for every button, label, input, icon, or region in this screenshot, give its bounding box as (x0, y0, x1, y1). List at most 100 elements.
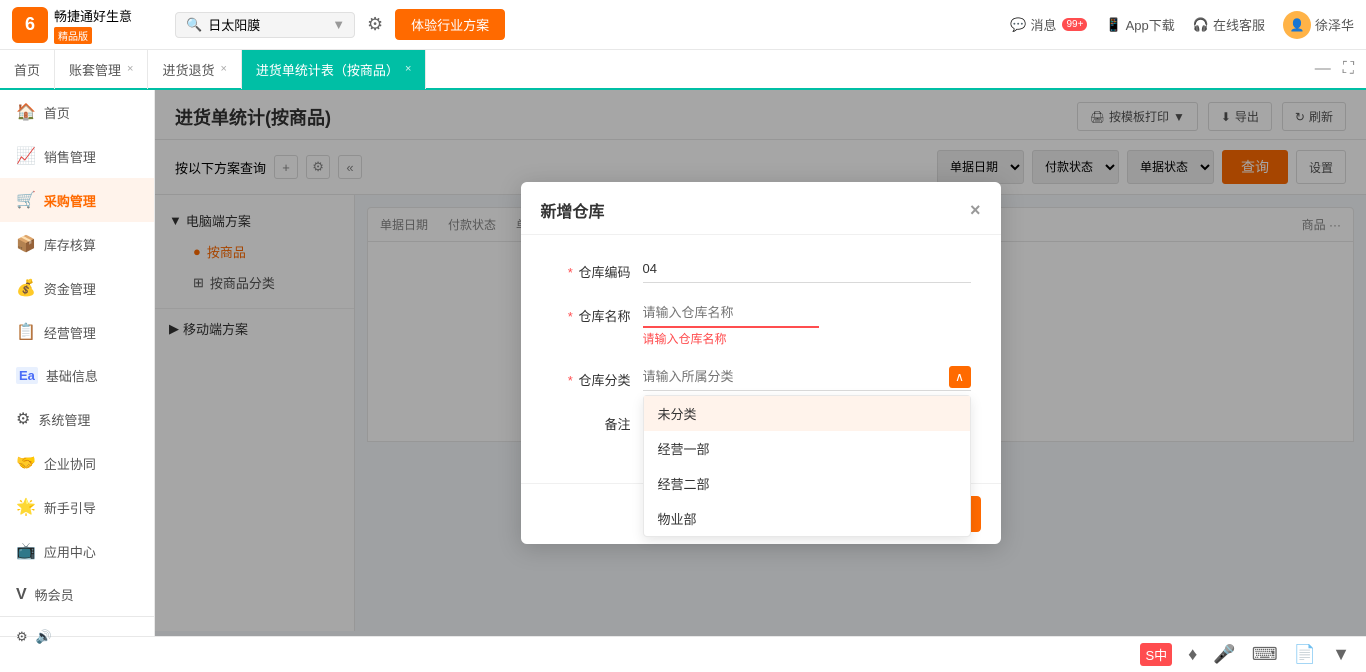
form-row-name-inner: * 仓库名称 (551, 299, 971, 328)
message-label: 消息 (1030, 15, 1056, 34)
tab-account-label: 账套管理 (69, 60, 121, 79)
gear-icon[interactable]: ⚙ (367, 14, 383, 35)
mobile-icon: 📱 (1105, 17, 1121, 33)
dropdown-option-dept1[interactable]: 经营一部 (644, 431, 970, 466)
dropdown-option-dept2[interactable]: 经营二部 (644, 466, 970, 501)
user-profile[interactable]: 👤 徐泽华 (1283, 11, 1354, 39)
sidebar-label-sales: 销售管理 (44, 147, 96, 166)
modal-title: 新增仓库 (541, 198, 605, 222)
chevron-down-icon: ▼ (332, 17, 345, 32)
sidebar-label-finance: 资金管理 (44, 279, 96, 298)
sidebar-label-home: 首页 (44, 103, 70, 122)
sidebar-label-guide: 新手引导 (44, 498, 96, 517)
tab-account[interactable]: 账套管理 × (55, 49, 148, 89)
inventory-icon: 📦 (16, 234, 36, 254)
dropdown-toggle-button[interactable]: ∧ (949, 366, 971, 388)
main-layout: 🏠 首页 📈 销售管理 🛒 采购管理 📦 库存核算 💰 资金管理 📋 经营管理 … (0, 90, 1366, 636)
sidebar-item-home[interactable]: 🏠 首页 (0, 90, 154, 134)
new-warehouse-modal: 新增仓库 × * 仓库编码 (521, 182, 1001, 544)
status-doc-icon[interactable]: 📄 (1294, 644, 1316, 665)
tab-purchase-stat-label: 进货单统计表（按商品） (256, 60, 399, 79)
tab-purchase-return-close[interactable]: × (220, 63, 226, 75)
sidebar-label-app-center: 应用中心 (44, 542, 96, 561)
modal-close-button[interactable]: × (970, 200, 981, 221)
sidebar: 🏠 首页 📈 销售管理 🛒 采购管理 📦 库存核算 💰 资金管理 📋 经营管理 … (0, 90, 155, 636)
header-search-box[interactable]: 🔍 ▼ (175, 12, 355, 38)
category-input[interactable] (643, 363, 971, 391)
dropdown-list: 未分类 经营一部 经营二部 物业部 (643, 395, 971, 537)
status-arrow-icon[interactable]: ▼ (1332, 644, 1350, 665)
tab-minimize-icon[interactable]: — (1311, 56, 1335, 82)
category-label: * 仓库分类 (551, 363, 631, 389)
category-dropdown[interactable]: ∧ 未分类 经营一部 经营二部 物业部 (643, 363, 971, 391)
sidebar-item-system[interactable]: ⚙ 系统管理 (0, 397, 154, 441)
username-label: 徐泽华 (1315, 15, 1354, 34)
sidebar-item-operations[interactable]: 📋 经营管理 (0, 310, 154, 354)
remark-label-text: 备注 (604, 417, 630, 432)
name-label: * 仓库名称 (551, 299, 631, 325)
status-keyboard-icon[interactable]: ⌨ (1252, 644, 1278, 665)
logo-badge: 精品版 (54, 27, 92, 44)
app-center-icon: 📺 (16, 541, 36, 561)
dropdown-option-property[interactable]: 物业部 (644, 501, 970, 536)
sidebar-settings-btn[interactable]: ⚙ 🔊 (0, 617, 154, 657)
tab-expand-icon[interactable]: ⛶ (1339, 56, 1358, 82)
search-icon: 🔍 (186, 17, 202, 33)
tab-purchase-return[interactable]: 进货退货 × (148, 49, 241, 89)
sales-icon: 📈 (16, 146, 36, 166)
top-header: 6 畅捷通好生意 精品版 🔍 ▼ ⚙ 体验行业方案 💬 消息 99+ 📱 App… (0, 0, 1366, 50)
online-service-item[interactable]: 🎧 在线客服 (1193, 15, 1265, 34)
sidebar-label-enterprise: 企业协同 (44, 454, 96, 473)
app-download-item[interactable]: 📱 App下载 (1105, 15, 1174, 34)
tab-purchase-return-label: 进货退货 (162, 60, 214, 79)
sidebar-item-enterprise[interactable]: 🤝 企业协同 (0, 441, 154, 485)
sidebar-item-sales[interactable]: 📈 销售管理 (0, 134, 154, 178)
form-row-code: * 仓库编码 (551, 255, 971, 283)
trial-button[interactable]: 体验行业方案 (395, 9, 505, 40)
tab-account-close[interactable]: × (127, 63, 133, 75)
message-badge: 99+ (1062, 18, 1087, 31)
logo-icon: 6 (12, 7, 48, 43)
remark-label: 备注 (551, 407, 631, 433)
message-icon: 💬 (1010, 17, 1026, 33)
name-label-text: 仓库名称 (578, 309, 630, 324)
tab-purchase-stat[interactable]: 进货单统计表（按商品） × (242, 49, 426, 89)
dropdown-option-uncategorized[interactable]: 未分类 (644, 396, 970, 431)
sidebar-item-finance[interactable]: 💰 资金管理 (0, 266, 154, 310)
code-input[interactable] (643, 255, 971, 283)
code-label: * 仓库编码 (551, 255, 631, 281)
sidebar-item-basic-info[interactable]: Ea 基础信息 (0, 354, 154, 397)
tab-controls: — ⛶ (1311, 56, 1366, 82)
sidebar-label-inventory: 库存核算 (44, 235, 96, 254)
home-icon: 🏠 (16, 102, 36, 122)
sidebar-item-membership[interactable]: V 畅会员 (0, 573, 154, 616)
avatar: 👤 (1283, 11, 1311, 39)
status-mic-icon[interactable]: 🎤 (1213, 644, 1235, 665)
headset-icon: 🎧 (1193, 17, 1209, 33)
status-s-icon[interactable]: S中 (1140, 643, 1172, 666)
name-required-star: * (568, 309, 573, 324)
sidebar-item-purchase[interactable]: 🛒 采购管理 (0, 178, 154, 222)
tab-purchase-stat-close[interactable]: × (405, 63, 411, 75)
name-error-tip: 请输入仓库名称 (643, 330, 971, 347)
sidebar-label-system: 系统管理 (38, 410, 90, 429)
tab-home[interactable]: 首页 (0, 49, 55, 89)
message-item[interactable]: 💬 消息 99+ (1010, 15, 1087, 34)
sidebar-label-operations: 经营管理 (44, 323, 96, 342)
sidebar-item-inventory[interactable]: 📦 库存核算 (0, 222, 154, 266)
search-input[interactable] (208, 17, 328, 32)
name-input[interactable] (643, 299, 819, 328)
sidebar-item-guide[interactable]: 🌟 新手引导 (0, 485, 154, 529)
sidebar-bottom: ⚙ 🔊 (0, 616, 154, 657)
sidebar-label-purchase: 采购管理 (44, 191, 96, 210)
sidebar-item-app-center[interactable]: 📺 应用中心 (0, 529, 154, 573)
online-service-label: 在线客服 (1213, 15, 1265, 34)
category-label-text: 仓库分类 (578, 373, 630, 388)
name-input-container (643, 299, 971, 328)
status-dot-icon[interactable]: ♦ (1188, 644, 1197, 665)
modal-header: 新增仓库 × (521, 182, 1001, 235)
finance-icon: 💰 (16, 278, 36, 298)
operations-icon: 📋 (16, 322, 36, 342)
sidebar-sound-icon: 🔊 (36, 629, 52, 645)
header-right: 💬 消息 99+ 📱 App下载 🎧 在线客服 👤 徐泽华 (1010, 11, 1354, 39)
